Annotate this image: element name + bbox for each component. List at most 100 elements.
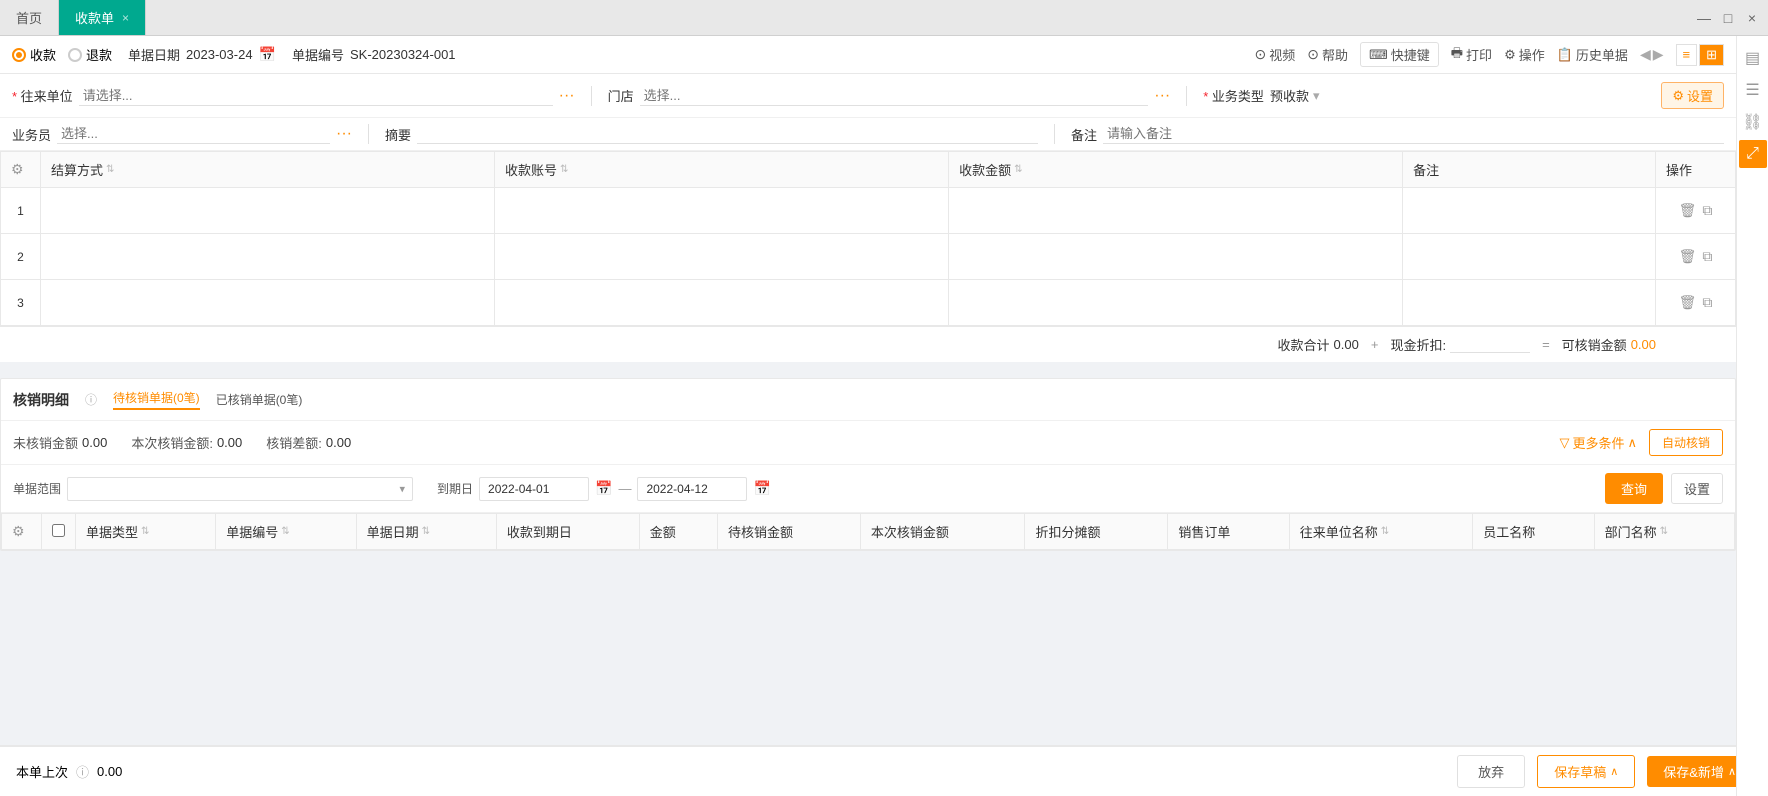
window-max-btn[interactable]: □ bbox=[1720, 10, 1736, 26]
date-sort-icon[interactable]: ⇅ bbox=[422, 526, 430, 537]
row2-remark[interactable] bbox=[1403, 234, 1656, 280]
shortcut-btn[interactable]: ⌨ 快捷键 bbox=[1360, 42, 1439, 67]
row2-copy-icon[interactable]: ⧉ bbox=[1702, 248, 1712, 265]
store-input[interactable] bbox=[640, 86, 1149, 106]
docno-sort-icon[interactable]: ⇅ bbox=[281, 526, 289, 537]
settings-btn[interactable]: ⚙ 设置 bbox=[1661, 82, 1724, 109]
window-close-btn[interactable]: × bbox=[1744, 10, 1760, 26]
th-action-label: 操作 bbox=[1666, 163, 1692, 178]
verify-help-icon[interactable]: ⓘ bbox=[85, 391, 97, 408]
row3-settlement[interactable] bbox=[41, 280, 495, 326]
row1-settlement[interactable] bbox=[41, 188, 495, 234]
row3-delete-icon[interactable]: 🗑 bbox=[1679, 294, 1697, 311]
tab-receipt-close[interactable]: × bbox=[122, 11, 129, 25]
receipt-radio[interactable]: 收款 bbox=[12, 45, 56, 64]
store-more-icon[interactable]: ··· bbox=[1154, 87, 1170, 105]
query-btn[interactable]: 查询 bbox=[1605, 473, 1663, 504]
row1-remark[interactable] bbox=[1403, 188, 1656, 234]
remark-input[interactable] bbox=[1103, 124, 1724, 144]
bottom-gear-icon[interactable]: ⚙ bbox=[12, 523, 25, 539]
row2-delete-icon[interactable]: 🗑 bbox=[1679, 248, 1697, 265]
help-action[interactable]: ⊙ 帮助 bbox=[1307, 45, 1348, 64]
row1-account[interactable] bbox=[495, 188, 949, 234]
sidebar-link-icon[interactable]: ⛓ bbox=[1739, 108, 1767, 136]
bottom-th-discount: 折扣分摊额 bbox=[1025, 514, 1168, 550]
view-list-btn[interactable]: ≡ bbox=[1676, 44, 1698, 66]
done-tab[interactable]: 已核销单据(0笔) bbox=[216, 391, 303, 408]
staff-more-icon[interactable]: ··· bbox=[336, 125, 352, 143]
sidebar-expand-icon[interactable]: ⤢ bbox=[1739, 140, 1767, 168]
receipt-type-group: 收款 退款 bbox=[12, 45, 112, 64]
row3-amount[interactable] bbox=[949, 280, 1403, 326]
summary-row: 收款合计 0.00 + 现金折扣: = 可核销金额 0.00 bbox=[0, 326, 1736, 362]
row2-account[interactable] bbox=[495, 234, 949, 280]
this-time-label: 本次核销金额: bbox=[131, 433, 213, 452]
footer-spacer bbox=[0, 551, 1736, 611]
view-toggle: ≡ ⊞ bbox=[1676, 44, 1725, 66]
row1-delete-icon[interactable]: 🗑 bbox=[1679, 202, 1697, 219]
row2-settlement[interactable] bbox=[41, 234, 495, 280]
settlement-sort-icon[interactable]: ⇅ bbox=[106, 164, 114, 175]
due-date-end[interactable] bbox=[637, 477, 747, 501]
toolbar-actions: ⊙ 视频 ⊙ 帮助 ⌨ 快捷键 🖶 打印 ⚙ 操作 📋 历史单据 bbox=[1254, 42, 1724, 67]
amount-sort-icon[interactable]: ⇅ bbox=[1014, 164, 1022, 175]
help-icon-footer[interactable]: ⓘ bbox=[76, 762, 89, 781]
refund-radio[interactable]: 退款 bbox=[68, 45, 112, 64]
filter-settings-btn[interactable]: 设置 bbox=[1671, 473, 1723, 504]
auto-verify-btn[interactable]: 自动核销 bbox=[1649, 429, 1723, 456]
business-type-select[interactable]: 预收款 ▾ bbox=[1270, 86, 1320, 105]
tab-receipt[interactable]: 收款单 × bbox=[59, 0, 146, 35]
row1-copy-icon[interactable]: ⧉ bbox=[1702, 202, 1712, 219]
counterpart-more-icon[interactable]: ··· bbox=[559, 87, 575, 105]
nav-next-icon[interactable]: ▶ bbox=[1653, 46, 1664, 63]
end-cal-icon[interactable]: 📅 bbox=[753, 480, 770, 497]
abandon-btn[interactable]: 放弃 bbox=[1457, 755, 1525, 788]
row2-amount[interactable] bbox=[949, 234, 1403, 280]
store-label: 门店 bbox=[608, 86, 634, 105]
sidebar-table-icon[interactable]: ▤ bbox=[1739, 44, 1767, 72]
counterpart-sort-icon[interactable]: ⇅ bbox=[1381, 526, 1389, 537]
row3-remark[interactable] bbox=[1403, 280, 1656, 326]
print-action[interactable]: 🖶 打印 bbox=[1451, 44, 1492, 66]
pending-tab[interactable]: 待核销单据(0笔) bbox=[113, 389, 200, 410]
save-draft-btn[interactable]: 保存草稿 ∧ bbox=[1537, 755, 1635, 788]
remark-label: 备注 bbox=[1071, 125, 1097, 144]
select-all-checkbox[interactable] bbox=[52, 524, 65, 537]
scope-select[interactable] bbox=[67, 477, 413, 501]
window-min-btn[interactable]: — bbox=[1696, 10, 1712, 26]
discount-input[interactable] bbox=[1450, 337, 1530, 353]
bottom-th-staff: 员工名称 bbox=[1473, 514, 1594, 550]
eq-sign: = bbox=[1542, 337, 1550, 352]
video-action[interactable]: ⊙ 视频 bbox=[1254, 45, 1295, 64]
th-account-label: 收款账号 bbox=[505, 160, 557, 179]
date-calendar-icon[interactable]: 📅 bbox=[259, 46, 276, 63]
sidebar-list-icon[interactable]: ☰ bbox=[1739, 76, 1767, 104]
staff-input[interactable] bbox=[57, 124, 330, 144]
start-cal-icon[interactable]: 📅 bbox=[595, 480, 612, 497]
summary-input[interactable] bbox=[417, 124, 1038, 144]
row1-amount[interactable] bbox=[949, 188, 1403, 234]
view-grid-btn[interactable]: ⊞ bbox=[1699, 44, 1724, 66]
more-conditions-btn[interactable]: ▽ 更多条件 ∧ bbox=[1559, 433, 1637, 452]
tab-home[interactable]: 首页 bbox=[0, 0, 59, 35]
help-icon: ⊙ bbox=[1307, 46, 1319, 63]
account-sort-icon[interactable]: ⇅ bbox=[560, 164, 568, 175]
dept-sort-icon[interactable]: ⇅ bbox=[1660, 526, 1668, 537]
bottom-th-amount-label: 金额 bbox=[650, 525, 676, 540]
bottom-th-date: 单据日期 ⇅ bbox=[356, 514, 496, 550]
table-gear-icon[interactable]: ⚙ bbox=[11, 161, 24, 177]
due-date-start[interactable] bbox=[479, 477, 589, 501]
refund-radio-dot bbox=[68, 48, 82, 62]
row3-account[interactable] bbox=[495, 280, 949, 326]
business-type-label: 业务类型 bbox=[1203, 86, 1264, 105]
operations-action[interactable]: ⚙ 操作 bbox=[1504, 45, 1545, 64]
verify-title: 核销明细 bbox=[13, 390, 69, 410]
th-account: 收款账号 ⇅ bbox=[495, 152, 949, 188]
bottom-th-counterpart: 往来单位名称 ⇅ bbox=[1289, 514, 1473, 550]
nav-prev-icon[interactable]: ◀ bbox=[1640, 46, 1651, 63]
filter-icon: ▽ bbox=[1559, 435, 1569, 451]
counterpart-input[interactable] bbox=[79, 86, 553, 106]
type-sort-icon[interactable]: ⇅ bbox=[141, 526, 149, 537]
row3-copy-icon[interactable]: ⧉ bbox=[1702, 294, 1712, 311]
history-action[interactable]: 📋 历史单据 bbox=[1557, 45, 1628, 64]
